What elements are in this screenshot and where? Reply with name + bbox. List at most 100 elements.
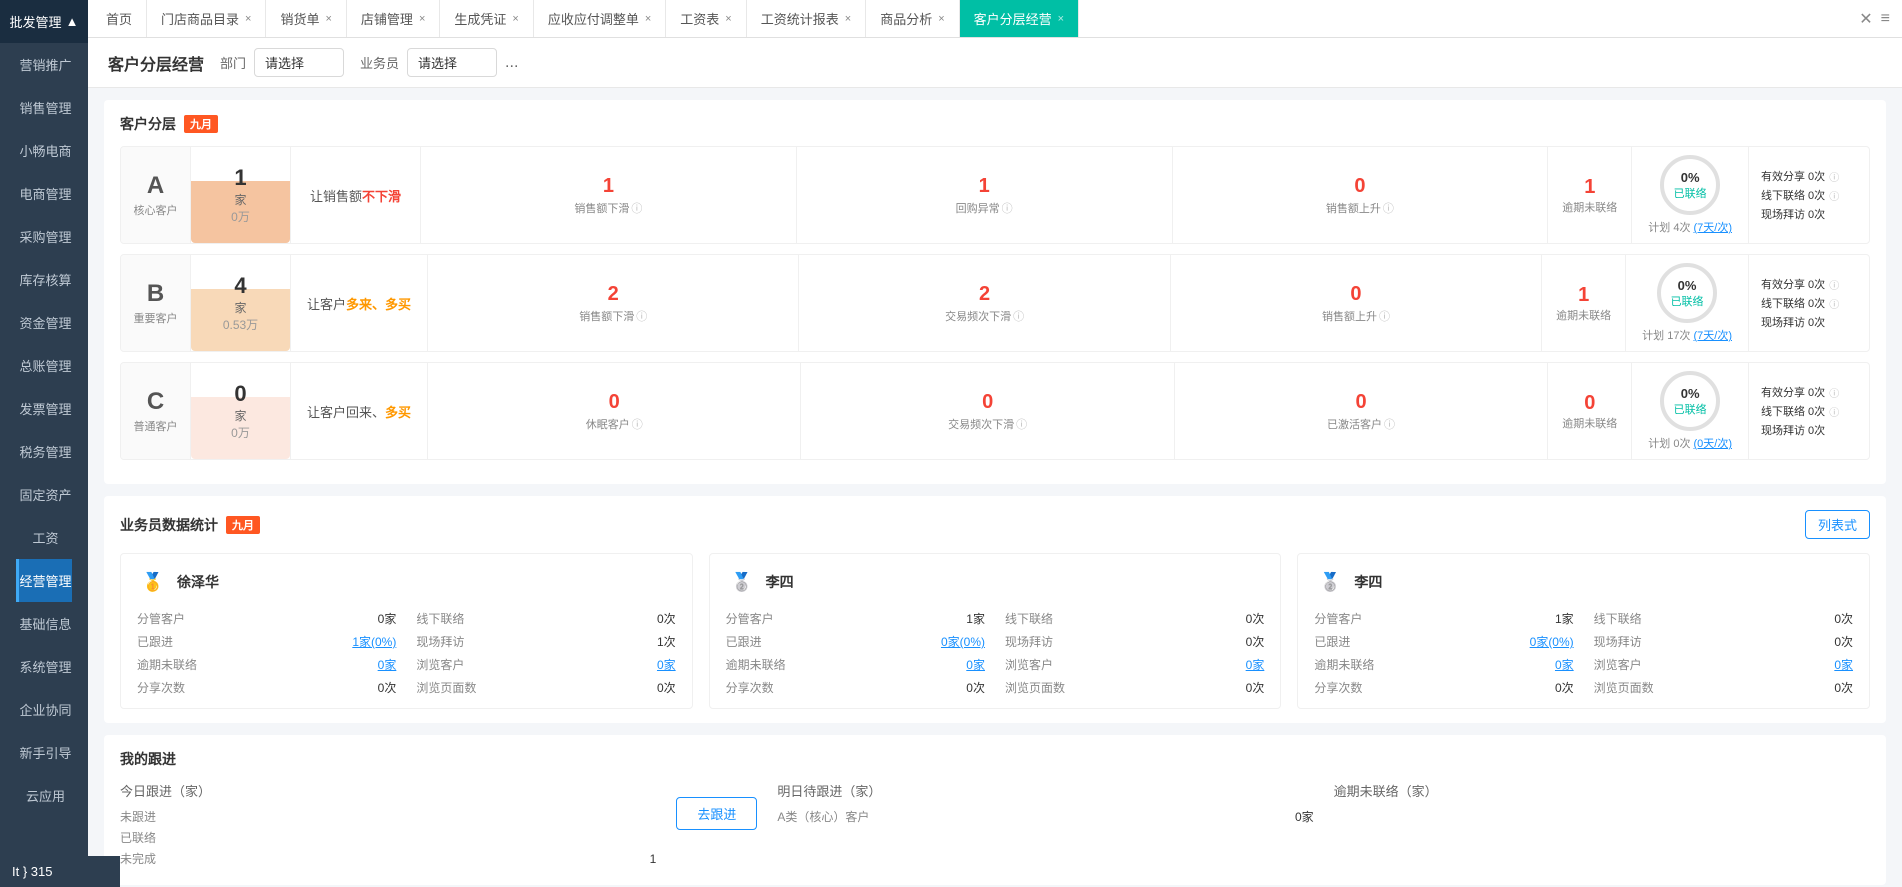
- tab-close-icon[interactable]: ×: [845, 13, 851, 25]
- biz-name-0: 徐泽华: [177, 572, 219, 592]
- circle-linked-B: 已联络: [1671, 293, 1704, 309]
- biz-stat-right-0-2: 浏览客户 0家: [416, 656, 675, 673]
- stat-number-A-0: 1: [603, 175, 614, 198]
- tab-首页[interactable]: 首页: [92, 0, 147, 38]
- sidebar-item-小畅电商[interactable]: 小畅电商: [16, 129, 71, 172]
- tier-count-number-C: 0: [234, 381, 246, 407]
- tier-letter-C: C: [147, 388, 164, 416]
- tier-letter-B: B: [147, 280, 164, 308]
- side-stat-info-icon[interactable]: ⓘ: [1829, 277, 1839, 292]
- biz-stats-section: 业务员数据统计 九月 列表式 🥇 徐泽华 分管客户 0家 线下联络 0次 已跟进…: [104, 496, 1886, 723]
- sidebar-item-云应用[interactable]: 云应用: [16, 774, 71, 817]
- contact-label-C: 逾期未联络: [1562, 415, 1617, 431]
- goto-follow-button[interactable]: 去跟进: [676, 797, 757, 830]
- biz-stats-grid-1: 分管客户 1家 线下联络 0次 已跟进 0家(0%) 现场拜访 0次 逾期未联络…: [726, 610, 1265, 696]
- today-label-3: 未完成: [120, 850, 156, 867]
- tier-circle-C: 0% 已联络 计划 0次 (0天/次): [1632, 363, 1749, 459]
- biz-stat-right-1-3: 浏览页面数 0次: [1005, 679, 1264, 696]
- biz-stat-left-1-0: 分管客户 1家: [726, 610, 985, 627]
- tab-close-icon[interactable]: ×: [938, 13, 944, 25]
- tab-more-icon[interactable]: ≡: [1881, 10, 1890, 28]
- sidebar-item-系统管理[interactable]: 系统管理: [16, 645, 71, 688]
- sidebar-item-工资[interactable]: 工资: [16, 516, 71, 559]
- contact-number-C: 0: [1584, 392, 1595, 415]
- contact-label-A: 逾期未联络: [1562, 199, 1617, 215]
- follow-grid: 今日跟进（家） 未跟进 已联络 未完成 1 去: [120, 781, 1870, 871]
- tab-close-all-icon[interactable]: ✕: [1859, 9, 1872, 29]
- tab-close-icon[interactable]: ×: [645, 13, 651, 25]
- sidebar-item-固定资产[interactable]: 固定资产: [16, 473, 71, 516]
- tier-side-stats-C: 有效分享 0次ⓘ线下联络 0次ⓘ现场拜访 0次: [1749, 363, 1869, 459]
- side-stat-A-1: 线下联络 0次ⓘ: [1761, 187, 1857, 203]
- side-stat-info-icon[interactable]: ⓘ: [1829, 385, 1839, 400]
- tab-店铺管理[interactable]: 店铺管理×: [347, 0, 440, 38]
- sidebar-item-库存核算[interactable]: 库存核算: [16, 258, 71, 301]
- side-stat-info-icon[interactable]: ⓘ: [1829, 188, 1839, 203]
- circle-linked-C: 已联络: [1674, 401, 1707, 417]
- biz-stat-right-1-0: 线下联络 0次: [1005, 610, 1264, 627]
- tab-客户分层经营[interactable]: 客户分层经营×: [960, 0, 1079, 38]
- bottom-hint: It } 315: [0, 856, 120, 887]
- stat-number-B-2: 0: [1350, 283, 1361, 306]
- tab-销货单[interactable]: 销货单×: [266, 0, 346, 38]
- dept-select[interactable]: 请选择: [254, 48, 344, 77]
- tab-close-icon[interactable]: ×: [725, 13, 731, 25]
- tab-工资统计报表[interactable]: 工资统计报表×: [747, 0, 866, 38]
- side-stat-B-2: 现场拜访 0次: [1761, 314, 1857, 330]
- tab-close-icon[interactable]: ×: [512, 13, 518, 25]
- stat-number-B-1: 2: [979, 283, 990, 306]
- tier-count-unit-C: 家: [234, 407, 246, 424]
- today-val-3: 1: [650, 852, 657, 866]
- tab-应收应付调整单[interactable]: 应收应付调整单 ×: [534, 0, 666, 38]
- tier-circle-B: 0% 已联络 计划 17次 (7天/次): [1626, 255, 1749, 351]
- tier-row-C: C普通客户 0 家 0万 让客户回来、多买 0 休眠客户 ⓘ 0 交易频次下滑 …: [120, 362, 1870, 460]
- sidebar-item-基础信息[interactable]: 基础信息: [16, 602, 71, 645]
- sidebar-item-新手引导[interactable]: 新手引导: [16, 731, 71, 774]
- sidebar-item-营销推广[interactable]: 营销推广: [16, 43, 71, 86]
- side-stat-info-icon[interactable]: ⓘ: [1829, 404, 1839, 419]
- tier-letter-A: A: [147, 172, 164, 200]
- today-row-3: 未完成 1: [120, 850, 656, 867]
- sidebar-header[interactable]: 批发管理 ▲: [0, 0, 88, 43]
- sidebar-item-经营管理[interactable]: 经营管理: [16, 559, 71, 602]
- tier-name-A: 核心客户: [134, 202, 178, 218]
- section-title-customer: 客户分层 九月: [120, 114, 1870, 134]
- sidebar-collapse-icon: ▲: [66, 14, 79, 29]
- tab-label: 应收应付调整单: [548, 9, 639, 28]
- tab-工资表[interactable]: 工资表×: [666, 0, 746, 38]
- biz-stat-left-0-2: 逾期未联络 0家: [137, 656, 396, 673]
- filter-more-icon[interactable]: ...: [505, 54, 518, 72]
- sidebar-item-总账管理[interactable]: 总账管理: [16, 344, 71, 387]
- biz-card-header-2: 🥈 李四: [1314, 566, 1853, 598]
- tab-close-icon[interactable]: ×: [1058, 13, 1064, 25]
- tab-门店商品目录[interactable]: 门店商品目录×: [147, 0, 266, 38]
- sidebar-item-电商管理[interactable]: 电商管理: [16, 172, 71, 215]
- stat-number-B-0: 2: [608, 283, 619, 306]
- sidebar-item-企业协同[interactable]: 企业协同: [16, 688, 71, 731]
- tab-close-icon[interactable]: ×: [419, 13, 425, 25]
- side-stat-info-icon[interactable]: ⓘ: [1829, 296, 1839, 311]
- sidebar-item-发票管理[interactable]: 发票管理: [16, 387, 71, 430]
- sidebar-item-采购管理[interactable]: 采购管理: [16, 215, 71, 258]
- biz-stat-right-2-0: 线下联络 0次: [1594, 610, 1853, 627]
- biz-avatar-2: 🥈: [1314, 566, 1346, 598]
- stat-label-A-1: 回购异常 ⓘ: [956, 200, 1013, 216]
- circle-plan-B: 计划 17次 (7天/次): [1642, 327, 1732, 343]
- tab-close-icon[interactable]: ×: [245, 13, 251, 25]
- circle-percent-C: 0%: [1681, 386, 1700, 401]
- list-view-button[interactable]: 列表式: [1805, 510, 1870, 539]
- sidebar-item-税务管理[interactable]: 税务管理: [16, 430, 71, 473]
- stat-number-C-2: 0: [1355, 391, 1366, 414]
- sidebar-item-资金管理[interactable]: 资金管理: [16, 301, 71, 344]
- biz-stat-left-0-3: 分享次数 0次: [137, 679, 396, 696]
- sidebar-item-销售管理[interactable]: 销售管理: [16, 86, 71, 129]
- tab-生成凭证[interactable]: 生成凭证×: [440, 0, 533, 38]
- overdue-col-title: 逾期未联络（家）: [1334, 781, 1870, 800]
- stat-label-B-1: 交易频次下滑 ⓘ: [945, 308, 1024, 324]
- staff-select[interactable]: 请选择: [407, 48, 497, 77]
- tab-商品分析[interactable]: 商品分析×: [866, 0, 959, 38]
- biz-card-0: 🥇 徐泽华 分管客户 0家 线下联络 0次 已跟进 1家(0%) 现场拜访 1次…: [120, 553, 693, 709]
- side-stat-C-2: 现场拜访 0次: [1761, 422, 1857, 438]
- side-stat-info-icon[interactable]: ⓘ: [1829, 169, 1839, 184]
- tab-close-icon[interactable]: ×: [325, 13, 331, 25]
